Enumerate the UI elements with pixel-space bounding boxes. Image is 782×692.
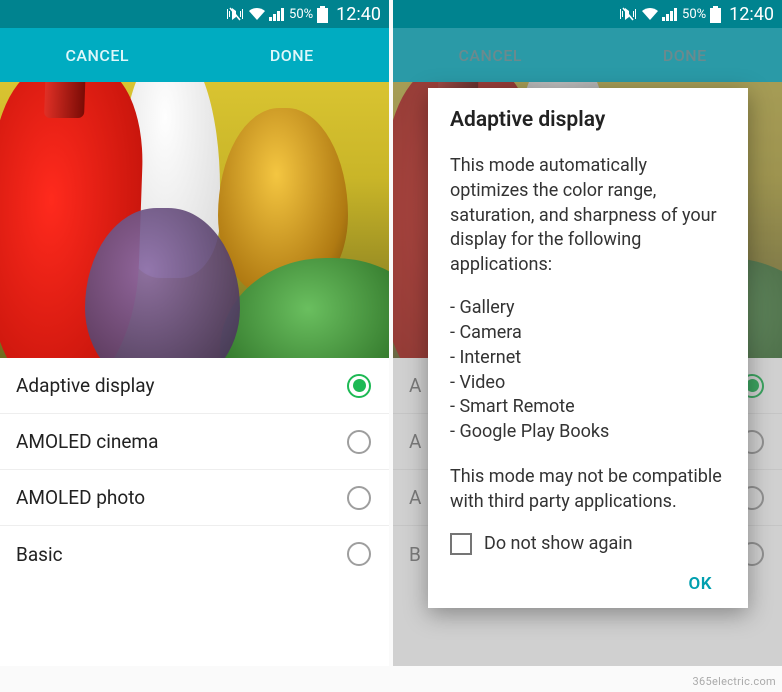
done-button[interactable]: DONE: [195, 28, 390, 82]
mute-vibrate-icon: [618, 6, 638, 22]
action-bar: CANCEL DONE: [393, 28, 782, 82]
status-bar: 50% 12:40: [393, 0, 782, 28]
battery-percent: 50%: [289, 7, 313, 22]
cancel-button[interactable]: CANCEL: [0, 28, 195, 82]
dialog-title: Adaptive display: [450, 108, 726, 132]
dialog-body-note: This mode may not be compatible with thi…: [450, 465, 726, 515]
mode-label: AMOLED cinema: [16, 430, 158, 453]
status-bar: 50% 12:40: [0, 0, 389, 28]
dialog-app-list: - Gallery - Camera - Internet - Video - …: [450, 296, 726, 445]
display-mode-list: Adaptive display AMOLED cinema AMOLED ph…: [0, 358, 389, 582]
preview-image: [0, 82, 389, 358]
radio-unselected-icon: [347, 430, 371, 454]
radio-selected-icon: [347, 374, 371, 398]
mode-row-adaptive-display[interactable]: Adaptive display: [0, 358, 389, 414]
status-icons: [225, 6, 285, 22]
mode-row-amoled-photo[interactable]: AMOLED photo: [0, 470, 389, 526]
dialog-app-item: - Camera: [450, 321, 726, 346]
do-not-show-again-row[interactable]: Do not show again: [450, 533, 726, 555]
done-button[interactable]: DONE: [588, 28, 782, 82]
clock: 12:40: [729, 4, 774, 25]
mode-label: A: [409, 486, 421, 509]
ok-button[interactable]: OK: [681, 570, 721, 598]
action-bar: CANCEL DONE: [0, 28, 389, 82]
mode-label: Adaptive display: [16, 374, 154, 397]
status-icons: [618, 6, 678, 22]
wifi-icon: [641, 7, 659, 21]
cancel-button[interactable]: CANCEL: [393, 28, 588, 82]
mode-label: Basic: [16, 543, 63, 566]
dialog-app-item: - Internet: [450, 346, 726, 371]
adaptive-display-dialog: Adaptive display This mode automatically…: [428, 88, 748, 608]
checkbox-label: Do not show again: [484, 533, 633, 554]
radio-unselected-icon: [347, 486, 371, 510]
mode-row-basic[interactable]: Basic: [0, 526, 389, 582]
checkbox-unchecked-icon[interactable]: [450, 533, 472, 555]
battery-icon: [710, 6, 721, 23]
wifi-icon: [248, 7, 266, 21]
battery-icon: [317, 6, 328, 23]
dialog-app-item: - Video: [450, 371, 726, 396]
mute-vibrate-icon: [225, 6, 245, 22]
mode-label: B: [409, 543, 421, 566]
mode-label: A: [409, 430, 421, 453]
mode-label: A: [409, 374, 421, 397]
mode-label: AMOLED photo: [16, 486, 145, 509]
dialog-app-item: - Smart Remote: [450, 395, 726, 420]
radio-unselected-icon: [347, 542, 371, 566]
battery-percent: 50%: [682, 7, 706, 22]
clock: 12:40: [336, 4, 381, 25]
dialog-app-item: - Google Play Books: [450, 420, 726, 445]
screen-adaptive-display-info: 50% 12:40 CANCEL DONE A A A: [393, 0, 782, 666]
signal-icon: [662, 7, 678, 21]
dialog-app-item: - Gallery: [450, 296, 726, 321]
watermark: 365electric.com: [693, 675, 776, 688]
screen-display-modes: 50% 12:40 CANCEL DONE Adaptive display A…: [0, 0, 389, 666]
signal-icon: [269, 7, 285, 21]
mode-row-amoled-cinema[interactable]: AMOLED cinema: [0, 414, 389, 470]
dialog-body-intro: This mode automatically optimizes the co…: [450, 154, 726, 278]
